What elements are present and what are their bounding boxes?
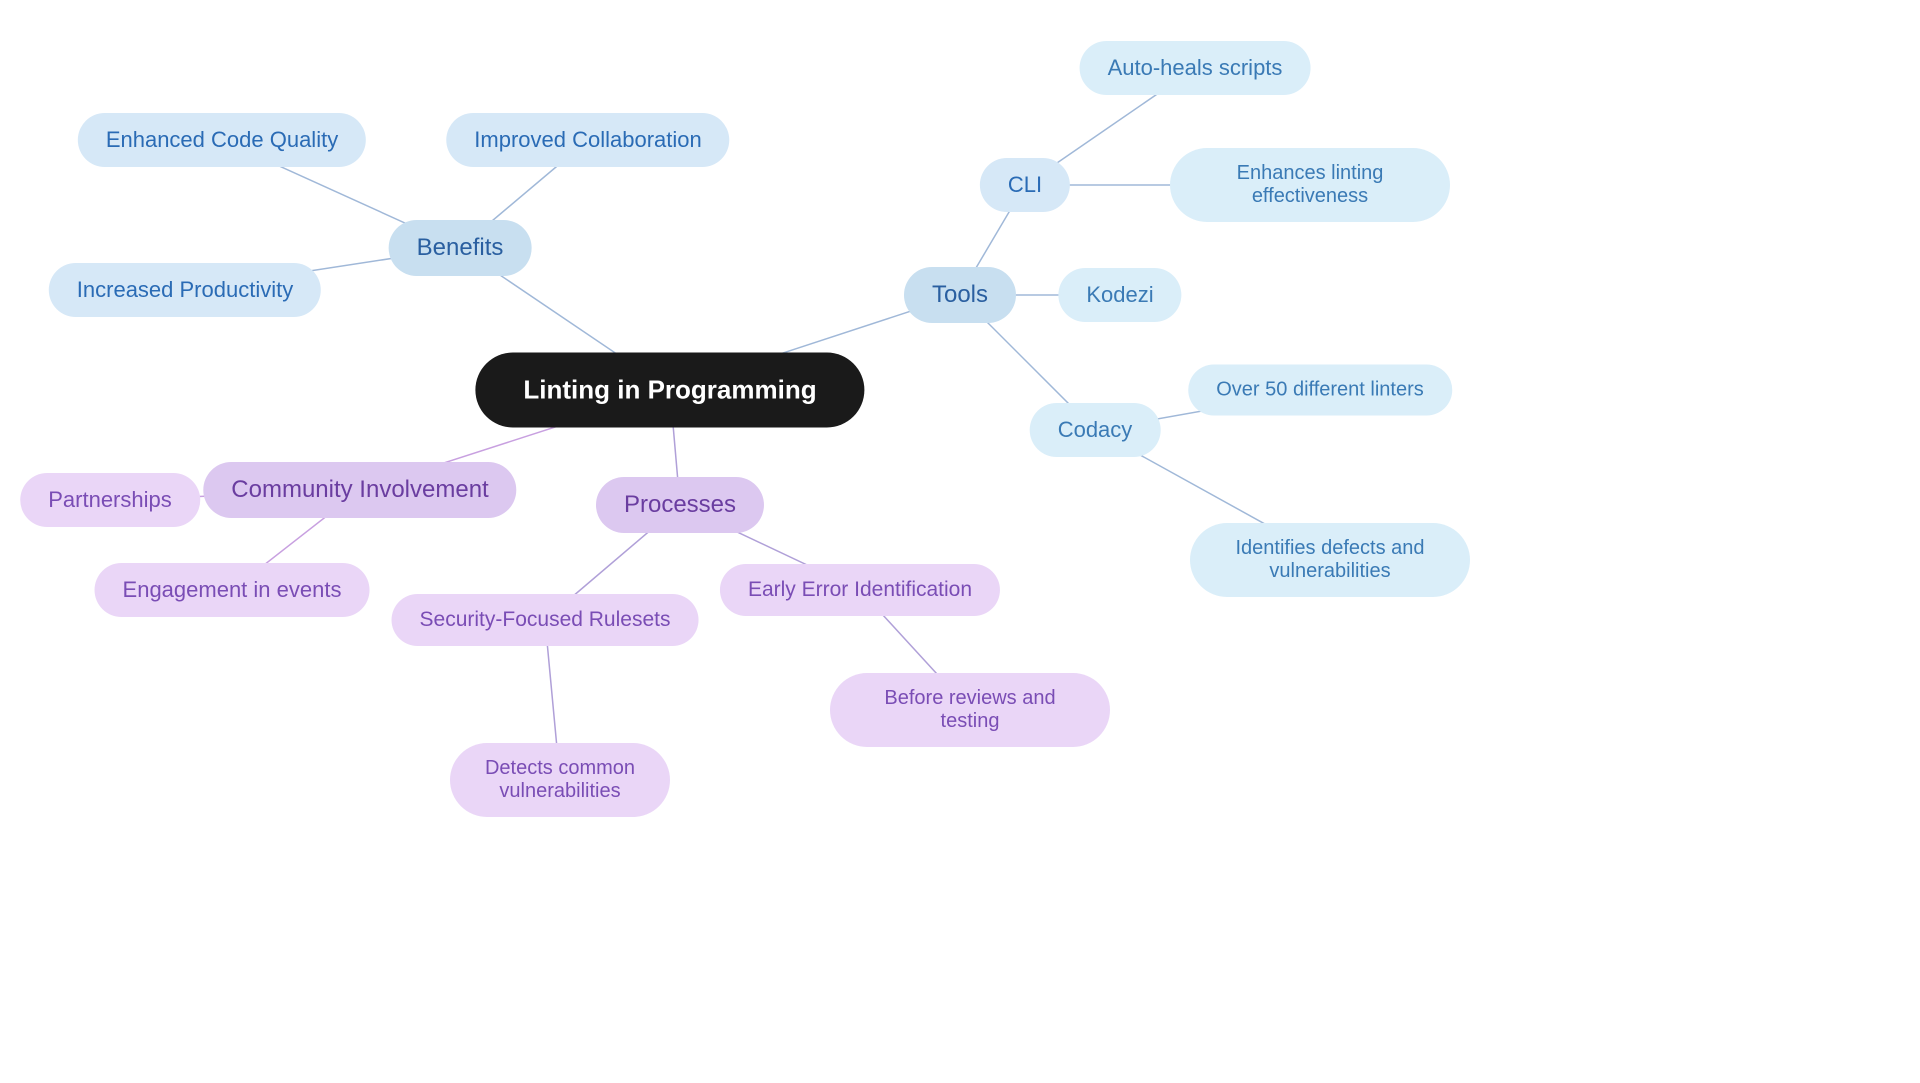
node-increased_productivity[interactable]: Increased Productivity	[49, 263, 321, 317]
node-engagement[interactable]: Engagement in events	[95, 563, 370, 617]
node-early_error[interactable]: Early Error Identification	[720, 564, 1000, 616]
mindmap-container: Linting in Programming Benefits Enhanced C…	[0, 0, 1920, 1083]
node-community[interactable]: Community Involvement	[203, 462, 516, 518]
node-partnerships[interactable]: Partnerships	[20, 473, 200, 527]
node-kodezi[interactable]: Kodezi	[1058, 268, 1181, 322]
node-center[interactable]: Linting in Programming	[475, 353, 864, 428]
node-benefits[interactable]: Benefits	[389, 220, 532, 276]
node-processes[interactable]: Processes	[596, 477, 764, 533]
node-enhanced_code_quality[interactable]: Enhanced Code Quality	[78, 113, 366, 167]
node-identifies_defects[interactable]: Identifies defects and vulnerabilities	[1190, 523, 1470, 597]
node-security_focused[interactable]: Security-Focused Rulesets	[392, 594, 699, 646]
node-over50[interactable]: Over 50 different linters	[1188, 365, 1452, 416]
node-cli[interactable]: CLI	[980, 158, 1070, 212]
node-tools[interactable]: Tools	[904, 267, 1016, 323]
node-improved_collaboration[interactable]: Improved Collaboration	[446, 113, 729, 167]
node-codacy[interactable]: Codacy	[1030, 403, 1161, 457]
node-enhances_linting[interactable]: Enhances linting effectiveness	[1170, 148, 1450, 222]
node-auto_heals[interactable]: Auto-heals scripts	[1080, 41, 1311, 95]
node-detects_common[interactable]: Detects common vulnerabilities	[450, 743, 670, 817]
node-before_reviews[interactable]: Before reviews and testing	[830, 673, 1110, 747]
